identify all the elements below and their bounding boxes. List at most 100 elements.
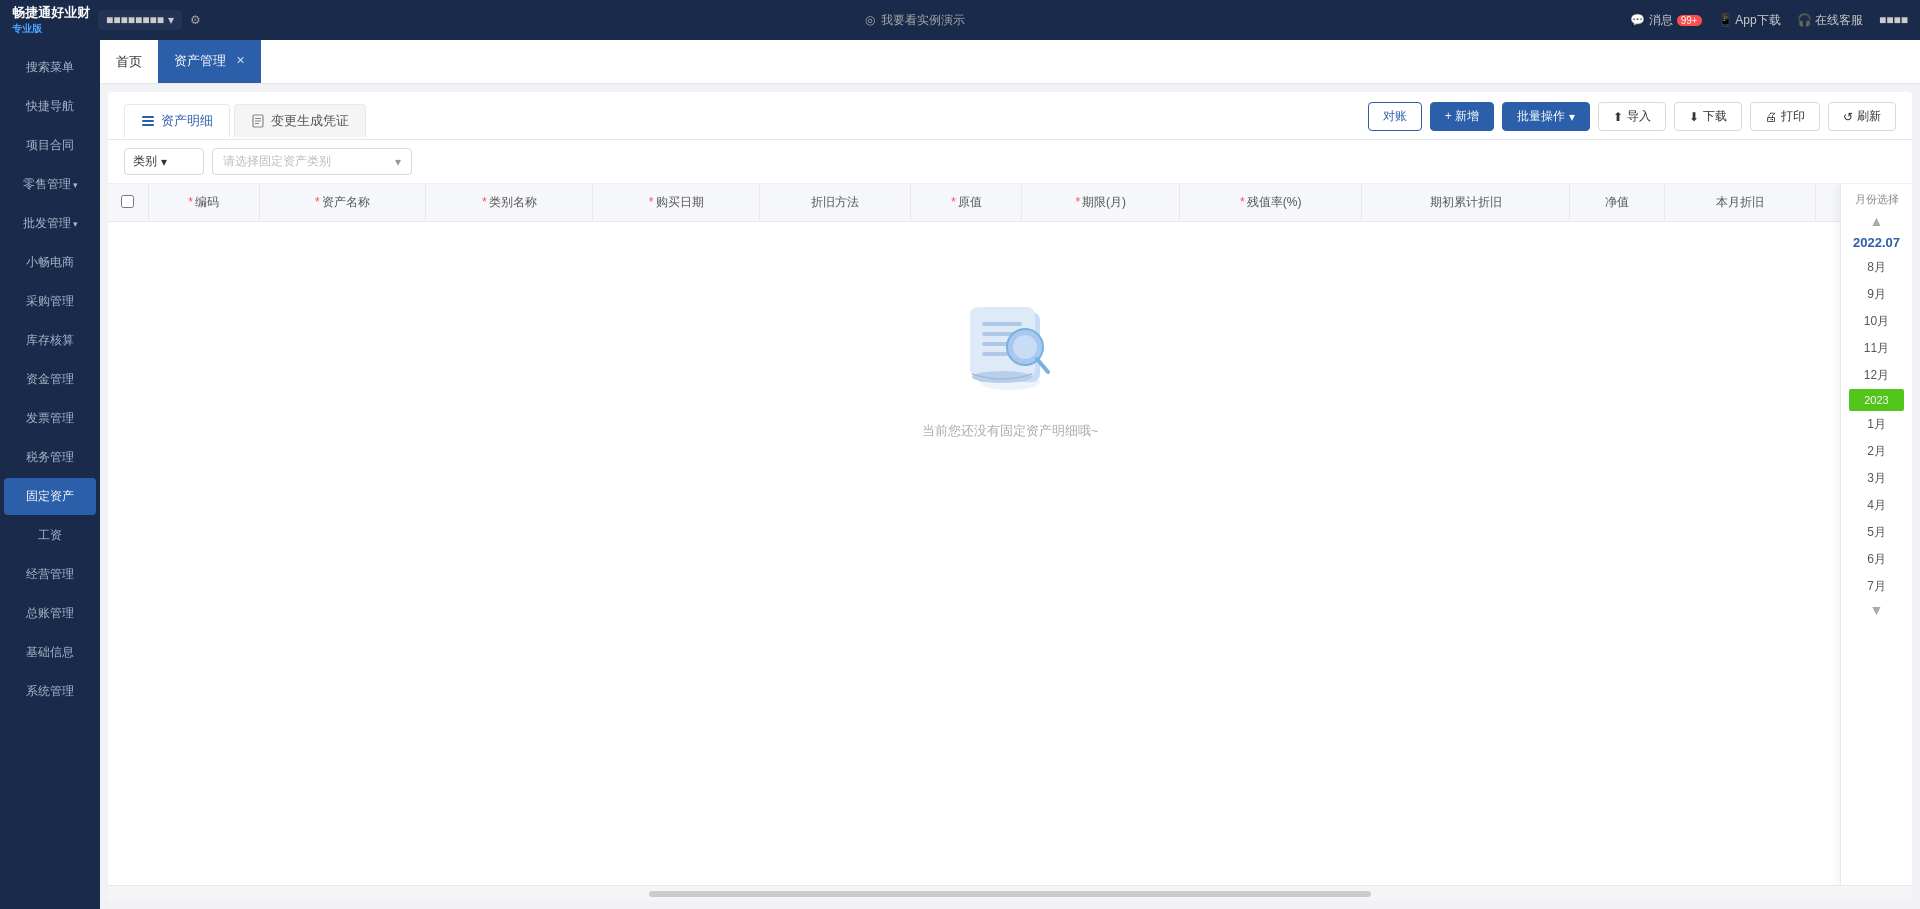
col-residual-rate-label: 残值率(%)	[1247, 195, 1302, 209]
sidebar-item-quick-nav[interactable]: 快捷导航	[4, 88, 96, 125]
sub-tab-asset-detail-label: 资产明细	[161, 112, 213, 130]
demo-circle-icon: ◎	[865, 13, 875, 27]
month-item-12[interactable]: 12月	[1841, 362, 1912, 389]
message-btn[interactable]: 💬 消息 99+	[1630, 12, 1702, 29]
empty-text: 当前您还没有固定资产明细哦~	[922, 422, 1099, 440]
sidebar-item-fund-mgmt[interactable]: 资金管理	[4, 361, 96, 398]
month-up-btn[interactable]: ▲	[1867, 211, 1887, 231]
tab-close-icon[interactable]: ✕	[236, 54, 245, 67]
th-asset-name: *资产名称	[259, 184, 426, 222]
sidebar-label-wholesale-mgmt: 批发管理	[23, 215, 71, 232]
sidebar-label-fund-mgmt: 资金管理	[26, 372, 74, 386]
col-monthly-depreciation-label: 本月折旧	[1716, 195, 1764, 209]
month-year-badge-2023: 2023	[1849, 389, 1904, 411]
sidebar-item-base-info[interactable]: 基础信息	[4, 634, 96, 671]
sidebar-item-fixed-assets[interactable]: 固定资产	[4, 478, 96, 515]
col-asset-name-label: 资产名称	[322, 195, 370, 209]
demo-link-label: 我要看实例演示	[881, 12, 965, 29]
import-btn[interactable]: ⬆ 导入	[1598, 102, 1666, 131]
online-service-label: 在线客服	[1815, 13, 1863, 27]
sub-tab-bar: 资产明细 变更生成凭证 对账 +	[108, 92, 1912, 140]
download-btn[interactable]: ⬇ 下载	[1674, 102, 1742, 131]
message-icon: 💬	[1630, 13, 1645, 27]
category-select[interactable]: 类别 ▾	[124, 148, 204, 175]
sidebar-label-invoice-mgmt: 发票管理	[26, 411, 74, 425]
empty-illustration	[950, 282, 1070, 402]
settings-icon[interactable]: ⚙	[190, 13, 201, 27]
sidebar-item-tax-mgmt[interactable]: 税务管理	[4, 439, 96, 476]
month-item-10[interactable]: 10月	[1841, 308, 1912, 335]
batch-btn-label: 批量操作	[1517, 108, 1565, 125]
sub-tab-asset-detail[interactable]: 资产明细	[124, 104, 230, 138]
sidebar-item-ecommerce[interactable]: 小畅电商	[4, 244, 96, 281]
sidebar-item-wholesale-mgmt[interactable]: 批发管理 ▾	[4, 205, 96, 242]
th-depreciation-method: 折旧方法	[760, 184, 911, 222]
online-service-btn[interactable]: 🎧 在线客服	[1797, 12, 1863, 29]
select-all-checkbox[interactable]	[121, 195, 134, 208]
category-input-arrow: ▾	[395, 155, 401, 169]
top-bar-left: 畅捷通好业财 专业版 ■■■■■■■■ ▾ ⚙	[12, 4, 201, 36]
sidebar-label-quick-nav: 快捷导航	[26, 99, 74, 113]
month-item-8[interactable]: 8月	[1841, 254, 1912, 281]
sidebar-label-purchase-mgmt: 采购管理	[26, 294, 74, 308]
sidebar-item-ops-mgmt[interactable]: 经营管理	[4, 556, 96, 593]
sub-tab-change-voucher[interactable]: 变更生成凭证	[234, 104, 366, 137]
tab-home[interactable]: 首页	[100, 40, 158, 83]
app-edition: 专业版	[12, 22, 90, 36]
svg-rect-1	[142, 120, 154, 122]
month-item-11[interactable]: 11月	[1841, 335, 1912, 362]
month-item-3[interactable]: 3月	[1841, 465, 1912, 492]
message-label: 消息	[1649, 12, 1673, 29]
month-item-4[interactable]: 4月	[1841, 492, 1912, 519]
sidebar-item-invoice-mgmt[interactable]: 发票管理	[4, 400, 96, 437]
tab-bar: 首页 资产管理 ✕	[100, 40, 1920, 84]
month-item-6[interactable]: 6月	[1841, 546, 1912, 573]
sidebar-label-ecommerce: 小畅电商	[26, 255, 74, 269]
add-btn[interactable]: + 新增	[1430, 102, 1494, 131]
sidebar-label-project-contract: 项目合同	[26, 138, 74, 152]
category-input[interactable]: 请选择固定资产类别 ▾	[212, 148, 412, 175]
print-btn[interactable]: 🖨 打印	[1750, 102, 1820, 131]
svg-rect-2	[142, 124, 154, 126]
top-bar-demo-link[interactable]: ◎ 我要看实例演示	[865, 12, 965, 29]
svg-rect-10	[982, 322, 1022, 326]
refresh-btn[interactable]: ↺ 刷新	[1828, 102, 1896, 131]
sidebar-item-inventory[interactable]: 库存核算	[4, 322, 96, 359]
reconcile-btn[interactable]: 对账	[1368, 102, 1422, 131]
sidebar-label-sys-mgmt: 系统管理	[26, 684, 74, 698]
tab-asset-mgmt[interactable]: 资产管理 ✕	[158, 40, 261, 83]
filter-bar: 类别 ▾ 请选择固定资产类别 ▾	[108, 140, 1912, 184]
sidebar-item-project-contract[interactable]: 项目合同	[4, 127, 96, 164]
sub-tab-change-voucher-label: 变更生成凭证	[271, 112, 349, 130]
headset-icon: 🎧	[1797, 13, 1812, 27]
col-original-value-label: 原值	[958, 195, 982, 209]
th-net-value: 净值	[1569, 184, 1664, 222]
sidebar-item-search-menu[interactable]: 搜索菜单	[4, 49, 96, 86]
month-item-9[interactable]: 9月	[1841, 281, 1912, 308]
sidebar-item-ledger-mgmt[interactable]: 总账管理	[4, 595, 96, 632]
sidebar: 搜索菜单 快捷导航 项目合同 零售管理 ▾ 批发管理 ▾ 小畅电商 采购管理 库…	[0, 40, 100, 909]
app-download-btn[interactable]: 📱 App下载	[1718, 12, 1781, 29]
batch-btn[interactable]: 批量操作 ▾	[1502, 102, 1590, 131]
month-down-btn[interactable]: ▼	[1867, 600, 1887, 620]
user-info: ■■■■	[1879, 13, 1908, 27]
toolbar-right: 对账 + 新增 批量操作 ▾ ⬆ 导入 ⬇ 下载 🖨	[1368, 102, 1896, 139]
sidebar-label-fixed-assets: 固定资产	[26, 489, 74, 503]
sidebar-item-sys-mgmt[interactable]: 系统管理	[4, 673, 96, 710]
sidebar-item-salary[interactable]: 工资	[4, 517, 96, 554]
th-residual-rate: *残值率(%)	[1180, 184, 1362, 222]
top-bar: 畅捷通好业财 专业版 ■■■■■■■■ ▾ ⚙ ◎ 我要看实例演示 💬 消息 9…	[0, 0, 1920, 40]
month-item-1[interactable]: 1月	[1841, 411, 1912, 438]
sidebar-label-salary: 工资	[38, 528, 62, 542]
month-item-5[interactable]: 5月	[1841, 519, 1912, 546]
company-selector[interactable]: ■■■■■■■■ ▾	[98, 10, 182, 30]
sidebar-label-tax-mgmt: 税务管理	[26, 450, 74, 464]
table-header-row: *编码 *资产名称 *类别名称 *购买日期 折旧方法 *原值 *期限(月) *残…	[108, 184, 1912, 222]
sidebar-label-ops-mgmt: 经营管理	[26, 567, 74, 581]
month-item-7[interactable]: 7月	[1841, 573, 1912, 600]
month-item-2[interactable]: 2月	[1841, 438, 1912, 465]
sidebar-item-retail-mgmt[interactable]: 零售管理 ▾	[4, 166, 96, 203]
sidebar-item-purchase-mgmt[interactable]: 采购管理	[4, 283, 96, 320]
batch-arrow-icon: ▾	[1569, 110, 1575, 124]
company-name: ■■■■■■■■	[106, 13, 164, 27]
